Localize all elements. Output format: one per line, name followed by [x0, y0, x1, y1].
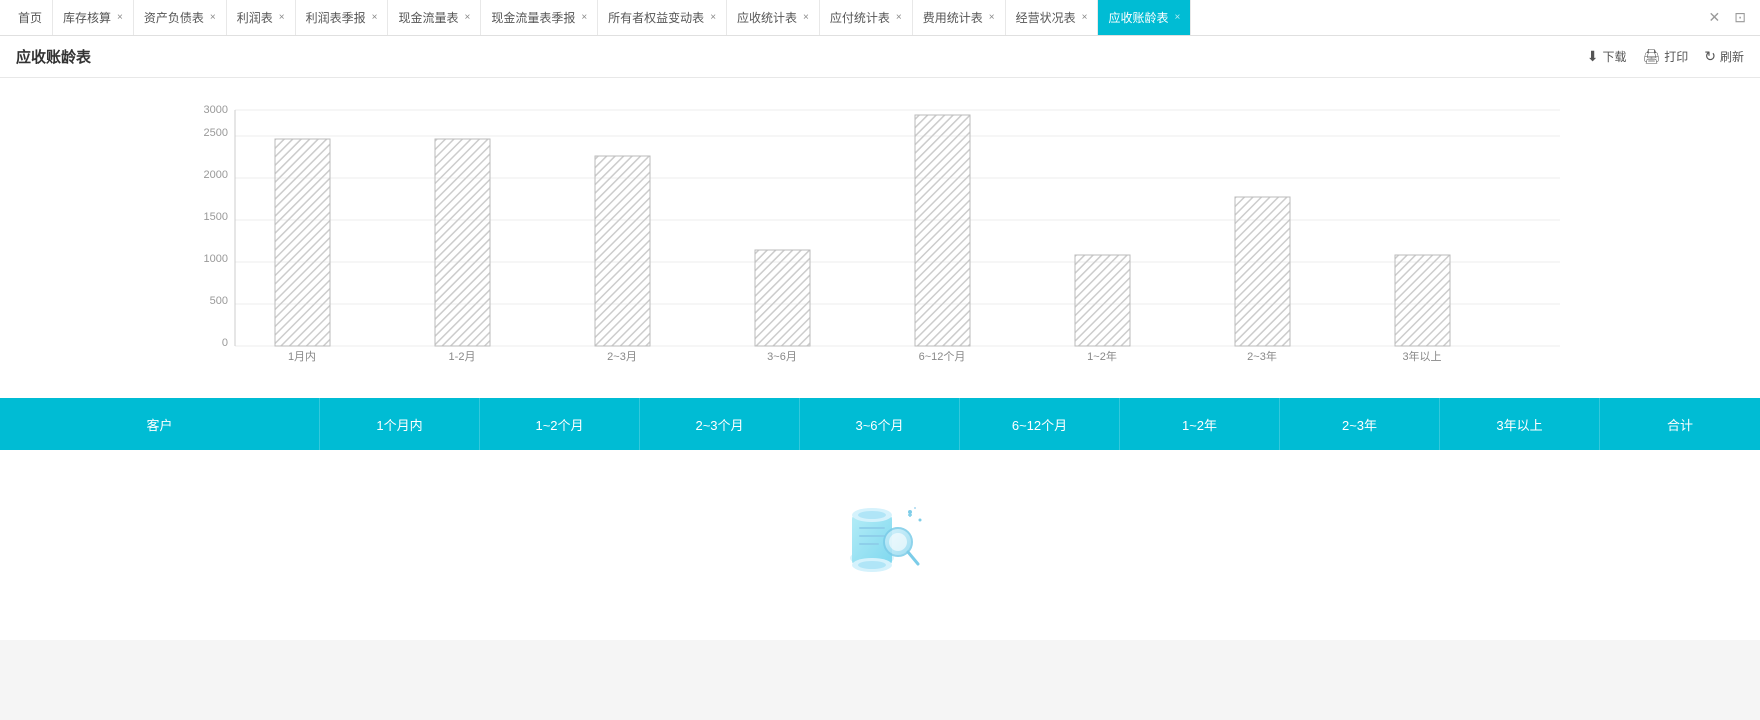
- col-6-12month: 6~12个月: [960, 398, 1120, 450]
- col-1-2year: 1~2年: [1120, 398, 1280, 450]
- col-total: 合计: [1600, 398, 1760, 450]
- col-customer: 客户: [0, 398, 320, 450]
- svg-text:1月内: 1月内: [288, 349, 316, 363]
- tab-balance[interactable]: 资产负债表 ×: [134, 0, 227, 36]
- svg-text:6~12个月: 6~12个月: [919, 350, 966, 363]
- tab-profit-quarter[interactable]: 利润表季报 ×: [296, 0, 389, 36]
- tab-ar-stat[interactable]: 应收统计表 ×: [727, 0, 820, 36]
- empty-icon: [830, 490, 930, 580]
- tab-cashflow[interactable]: 现金流量表 ×: [388, 0, 481, 36]
- svg-text:1000: 1000: [204, 253, 228, 265]
- tab-operations-close[interactable]: ×: [1082, 12, 1088, 23]
- tab-balance-close[interactable]: ×: [210, 12, 216, 23]
- empty-state: [0, 450, 1760, 640]
- toolbar: 应收账龄表 ⬇ 下载 🖨 打印 ↻ 刷新: [0, 36, 1760, 78]
- svg-text:0: 0: [222, 337, 228, 349]
- tab-cashflow-quarter[interactable]: 现金流量表季报 ×: [481, 0, 598, 36]
- print-icon: 🖨: [1642, 48, 1660, 65]
- window-controls: ✕ ⊡: [1703, 7, 1752, 28]
- bar-1-2年: [1075, 255, 1130, 346]
- svg-text:1-2月: 1-2月: [449, 351, 476, 363]
- bar-3-6月: [755, 250, 810, 346]
- tab-ap-stat[interactable]: 应付统计表 ×: [820, 0, 913, 36]
- bar-6-12月: [915, 115, 970, 346]
- download-icon: ⬇: [1587, 48, 1599, 65]
- svg-text:3~6月: 3~6月: [767, 351, 797, 363]
- main-content: 0 500 1000 1500 2000 2500 3000 1月内: [0, 78, 1760, 640]
- tab-profit[interactable]: 利润表 ×: [227, 0, 296, 36]
- svg-text:1500: 1500: [204, 211, 228, 223]
- tab-ap-stat-close[interactable]: ×: [896, 12, 902, 23]
- svg-text:1~2年: 1~2年: [1087, 349, 1117, 363]
- svg-text:500: 500: [210, 295, 228, 307]
- col-2-3year: 2~3年: [1280, 398, 1440, 450]
- svg-text:3000: 3000: [204, 104, 228, 116]
- tab-expense-stat[interactable]: 费用统计表 ×: [913, 0, 1006, 36]
- window-close-btn[interactable]: ✕: [1703, 7, 1727, 28]
- tab-bar: 首页 库存核算 × 资产负债表 × 利润表 × 利润表季报 × 现金流量表 × …: [0, 0, 1760, 36]
- tab-equity-close[interactable]: ×: [710, 12, 716, 23]
- download-button[interactable]: ⬇ 下载: [1587, 48, 1627, 65]
- window-maximize-btn[interactable]: ⊡: [1728, 7, 1752, 28]
- tab-inventory-close[interactable]: ×: [117, 12, 123, 23]
- tab-cashflow-quarter-close[interactable]: ×: [581, 12, 587, 23]
- chart-area: 0 500 1000 1500 2000 2500 3000 1月内: [0, 78, 1760, 398]
- tab-profit-quarter-close[interactable]: ×: [372, 12, 378, 23]
- col-1-2month: 1~2个月: [480, 398, 640, 450]
- tab-expense-stat-close[interactable]: ×: [989, 12, 995, 23]
- refresh-button[interactable]: ↻ 刷新: [1704, 48, 1744, 65]
- svg-text:2~3年: 2~3年: [1247, 349, 1277, 363]
- col-3-6month: 3~6个月: [800, 398, 960, 450]
- print-button[interactable]: 🖨 打印: [1642, 48, 1688, 65]
- tab-ar-aging-close[interactable]: ×: [1174, 12, 1180, 23]
- tab-ar-aging[interactable]: 应收账龄表 ×: [1098, 0, 1191, 36]
- bar-chart: 0 500 1000 1500 2000 2500 3000 1月内: [40, 98, 1720, 378]
- svg-text:2500: 2500: [204, 127, 228, 139]
- bar-2-3年: [1235, 197, 1290, 346]
- page-title: 应收账龄表: [16, 46, 91, 67]
- bar-1月内: [275, 139, 330, 346]
- refresh-icon: ↻: [1704, 48, 1716, 65]
- tab-ar-stat-close[interactable]: ×: [803, 12, 809, 23]
- tab-operations[interactable]: 经营状况表 ×: [1006, 0, 1099, 36]
- col-1month: 1个月内: [320, 398, 480, 450]
- tab-home[interactable]: 首页: [8, 0, 53, 36]
- tab-equity[interactable]: 所有者权益变动表 ×: [598, 0, 727, 36]
- table-header: 客户 1个月内 1~2个月 2~3个月 3~6个月 6~12个月 1~2年 2~…: [0, 398, 1760, 450]
- col-3plus: 3年以上: [1440, 398, 1600, 450]
- col-2-3month: 2~3个月: [640, 398, 800, 450]
- tab-profit-close[interactable]: ×: [279, 12, 285, 23]
- svg-text:2000: 2000: [204, 169, 228, 181]
- chart-wrapper: 0 500 1000 1500 2000 2500 3000 1月内: [40, 98, 1720, 378]
- bar-2-3月: [595, 156, 650, 346]
- tab-inventory[interactable]: 库存核算 ×: [53, 0, 134, 36]
- svg-text:3年以上: 3年以上: [1402, 349, 1441, 363]
- tab-cashflow-close[interactable]: ×: [464, 12, 470, 23]
- svg-text:2~3月: 2~3月: [607, 351, 637, 363]
- toolbar-actions: ⬇ 下载 🖨 打印 ↻ 刷新: [1587, 48, 1744, 65]
- bar-1-2月: [435, 139, 490, 346]
- bar-3年以上: [1395, 255, 1450, 346]
